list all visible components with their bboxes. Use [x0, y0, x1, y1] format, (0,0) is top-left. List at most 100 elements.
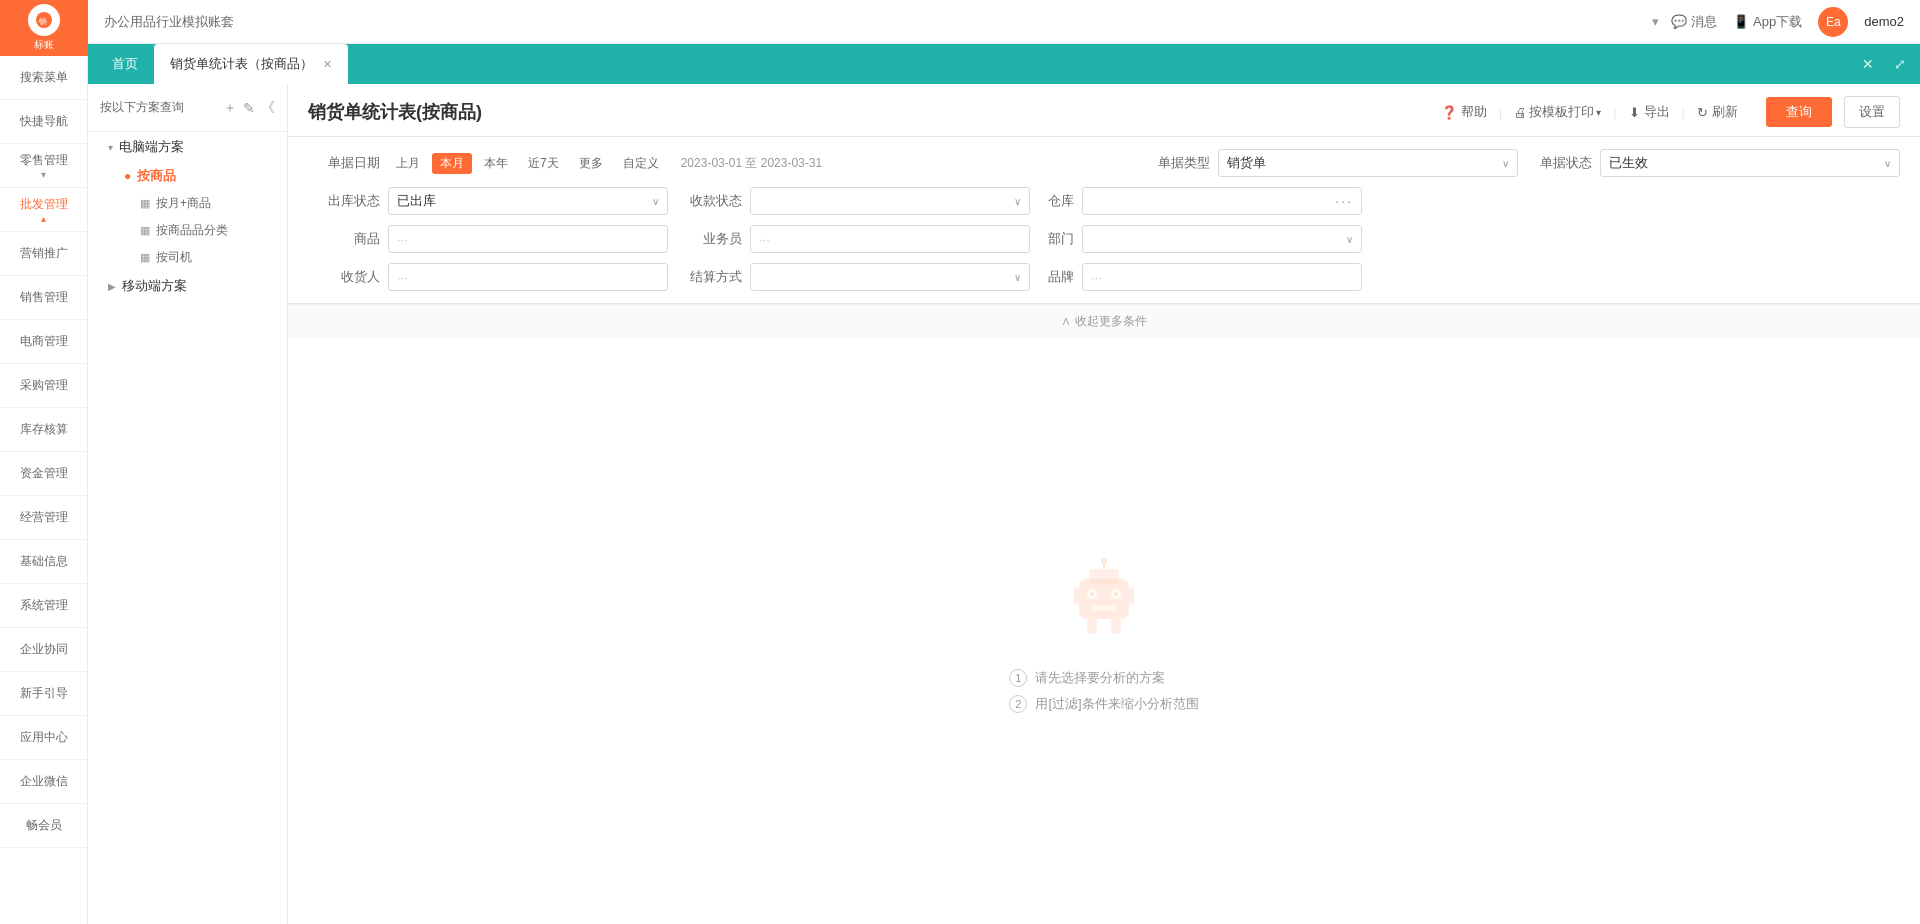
date-label: 单据日期 [308, 154, 388, 172]
tab-home[interactable]: 首页 [96, 44, 154, 84]
tree-child-by-product[interactable]: ● 按商品 [88, 162, 287, 190]
tab-close-button[interactable]: ✕ [1856, 52, 1880, 76]
sidebar-item-marketing[interactable]: 营销推广 [0, 232, 88, 276]
out-status-label: 出库状态 [308, 192, 388, 210]
sales-label: 销售管理 [20, 289, 68, 306]
page-title: 销货单统计表(按商品) [308, 100, 482, 124]
sidebar-item-inventory[interactable]: 库存核算 [0, 408, 88, 452]
out-status-select[interactable]: 已出库 ∨ [388, 187, 668, 215]
date-tab-prev-month[interactable]: 上月 [388, 153, 428, 174]
topbar-dropdown-icon[interactable]: ▾ [1652, 14, 1659, 29]
brand-input[interactable]: ··· [1082, 263, 1362, 291]
by-cashier-label: 按司机 [156, 249, 192, 266]
app-download-action[interactable]: 📱 App下载 [1733, 13, 1802, 31]
doc-type-value: 销货单 [1227, 154, 1266, 172]
collect-status-select[interactable]: ∨ [750, 187, 1030, 215]
sidebar-item-enterprise[interactable]: 企业协同 [0, 628, 88, 672]
tree-sub-by-category[interactable]: ▦ 按商品品分类 [88, 217, 287, 244]
date-tab-this-month[interactable]: 本月 [432, 153, 472, 174]
help-button[interactable]: ❓ 帮助 [1441, 103, 1487, 121]
tab-home-label: 首页 [112, 55, 138, 73]
sidebar-item-member[interactable]: 畅会员 [0, 804, 88, 848]
product-dots-icon: ··· [397, 232, 408, 247]
collect-status-label: 收款状态 [680, 192, 750, 210]
edit-scheme-icon[interactable]: ✎ [243, 100, 255, 116]
username-label[interactable]: demo2 [1864, 14, 1904, 29]
right-panel: 销货单统计表(按商品) ❓ 帮助 | 🖨 按模板打印 ▾ | ⬇ [288, 84, 1920, 924]
tabbar: 首页 销货单统计表（按商品） ✕ ✕ ⤢ [88, 44, 1920, 84]
collapse-panel-icon[interactable]: 《 [261, 99, 275, 117]
ecommerce-label: 电商管理 [20, 333, 68, 350]
sidebar-item-ecommerce[interactable]: 电商管理 [0, 320, 88, 364]
collapse-bar[interactable]: ∧ 收起更多条件 [288, 304, 1920, 338]
retail-label: 零售管理 [20, 152, 68, 169]
export-button[interactable]: ⬇ 导出 [1629, 103, 1670, 121]
sidebar-logo[interactable]: 畅 标账 [0, 0, 88, 56]
by-month-icon: ▦ [140, 197, 150, 210]
tabbar-controls: ✕ ⤢ [1856, 52, 1912, 76]
tree-mobile[interactable]: ▶ 移动端方案 [88, 271, 287, 301]
settle-select[interactable]: ∨ [750, 263, 1030, 291]
date-tab-last-7[interactable]: 近7天 [520, 153, 567, 174]
apps-label: 应用中心 [20, 729, 68, 746]
sidebar-item-wechat[interactable]: 企业微信 [0, 760, 88, 804]
doc-status-select[interactable]: 已生效 ∨ [1600, 149, 1900, 177]
query-button[interactable]: 查询 [1766, 97, 1832, 127]
tab-expand-button[interactable]: ⤢ [1888, 52, 1912, 76]
by-category-label: 按商品品分类 [156, 222, 228, 239]
date-tab-this-year[interactable]: 本年 [476, 153, 516, 174]
sidebar-item-wholesale[interactable]: 批发管理 ▴ [0, 188, 88, 232]
dept-label: 部门 [1042, 230, 1082, 248]
sidebar-item-finance[interactable]: 资金管理 [0, 452, 88, 496]
filter-row-2: 出库状态 已出库 ∨ 收款状态 ∨ 仓库 ··· [308, 187, 1900, 215]
date-selector: 上月 本月 本年 近7天 更多 自定义 2023-03-01 至 2023-03… [388, 153, 1148, 174]
receiver-input[interactable]: ··· [388, 263, 668, 291]
sidebar-search-item[interactable]: 搜索菜单 [0, 56, 88, 100]
date-tabs: 上月 本月 本年 近7天 更多 自定义 [388, 153, 667, 174]
refresh-button[interactable]: ↻ 刷新 [1697, 103, 1738, 121]
by-month-label: 按月+商品 [156, 195, 211, 212]
tree-desktop-arrow: ▾ [108, 142, 113, 153]
help-icon: ❓ [1441, 105, 1457, 120]
tab-close-icon[interactable]: ✕ [323, 58, 332, 71]
dept-arrow-icon: ∨ [1346, 234, 1353, 245]
tree-sub-by-month[interactable]: ▦ 按月+商品 [88, 190, 287, 217]
sidebar-item-retail[interactable]: 零售管理 ▾ [0, 144, 88, 188]
sidebar-item-system[interactable]: 系统管理 [0, 584, 88, 628]
settings-button[interactable]: 设置 [1844, 96, 1900, 128]
sidebar-item-basic[interactable]: 基础信息 [0, 540, 88, 584]
add-scheme-icon[interactable]: ＋ [223, 99, 237, 117]
message-action[interactable]: 💬 消息 [1671, 13, 1717, 31]
panel-header-icons: ＋ ✎ 《 [223, 99, 275, 117]
sidebar-item-newbie[interactable]: 新手引导 [0, 672, 88, 716]
product-label: 商品 [308, 230, 388, 248]
sidebar-item-purchase[interactable]: 采购管理 [0, 364, 88, 408]
doc-status-label: 单据状态 [1530, 154, 1600, 172]
tab-sales-stat[interactable]: 销货单统计表（按商品） ✕ [154, 44, 348, 84]
filter-row-1: 单据日期 上月 本月 本年 近7天 更多 自定义 [308, 149, 1900, 177]
sidebar-item-apps[interactable]: 应用中心 [0, 716, 88, 760]
salesperson-input[interactable]: ··· [750, 225, 1030, 253]
sidebar-item-sales[interactable]: 销售管理 [0, 276, 88, 320]
doc-status-arrow-icon: ∨ [1884, 158, 1891, 169]
date-tab-custom[interactable]: 自定义 [615, 153, 667, 174]
purchase-label: 采购管理 [20, 377, 68, 394]
tree-sub-by-cashier[interactable]: ▦ 按司机 [88, 244, 287, 271]
doc-type-select[interactable]: 销货单 ∨ [1218, 149, 1518, 177]
retail-arrow: ▾ [41, 169, 46, 180]
salesperson-label: 业务员 [680, 230, 750, 248]
left-panel: 按以下方案查询 ＋ ✎ 《 ▾ 电脑端方案 ● 按商品 ▦ 按月+商品 [88, 84, 288, 924]
svg-point-8 [1090, 592, 1094, 596]
dept-select[interactable]: ∨ [1082, 225, 1362, 253]
warehouse-input[interactable]: ··· [1082, 187, 1362, 215]
svg-rect-3 [1089, 569, 1119, 584]
print-button[interactable]: 🖨 按模板打印 ▾ [1514, 103, 1601, 121]
product-input[interactable]: ··· [388, 225, 668, 253]
avatar[interactable]: Ea [1818, 7, 1848, 37]
date-tab-more[interactable]: 更多 [571, 153, 611, 174]
brand-label: 品牌 [1042, 268, 1082, 286]
sidebar-quick-nav[interactable]: 快捷导航 [0, 100, 88, 144]
tree-desktop[interactable]: ▾ 电脑端方案 [88, 132, 287, 162]
sidebar-item-business[interactable]: 经营管理 [0, 496, 88, 540]
by-product-label: 按商品 [137, 167, 176, 185]
